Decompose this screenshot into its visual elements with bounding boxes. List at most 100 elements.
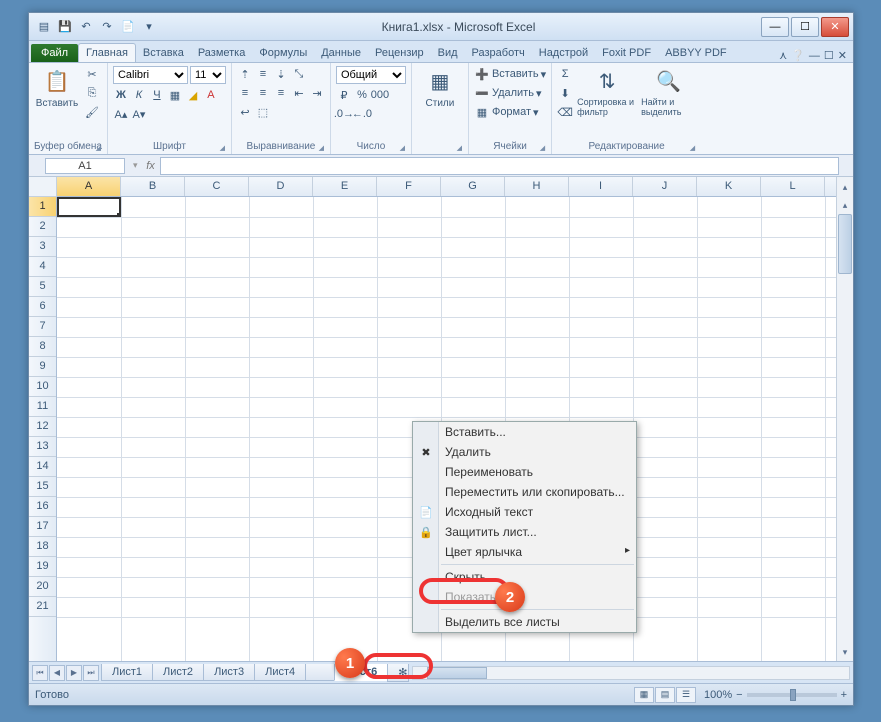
redo-icon[interactable]: ↷ [98, 18, 116, 36]
sheet-tab[interactable]: Лист3 [203, 664, 255, 681]
row-header[interactable]: 18 [29, 537, 56, 557]
ctx-protect[interactable]: 🔒Защитить лист... [413, 522, 636, 542]
tab-review[interactable]: Рецензир [368, 44, 431, 62]
view-layout-button[interactable]: ▤ [655, 687, 675, 703]
cut-icon[interactable]: ✂ [84, 66, 100, 82]
col-header[interactable]: K [697, 177, 761, 196]
select-all-corner[interactable] [29, 177, 57, 197]
align-bottom-icon[interactable]: ⇣ [273, 66, 289, 82]
align-top-icon[interactable]: ⇡ [237, 66, 253, 82]
insert-label[interactable]: Вставить [492, 68, 539, 80]
row-header[interactable]: 21 [29, 597, 56, 617]
tab-formulas[interactable]: Формулы [252, 44, 314, 62]
row-header[interactable]: 1 [29, 197, 56, 217]
row-header[interactable]: 20 [29, 577, 56, 597]
col-header[interactable]: F [377, 177, 441, 196]
sheet-nav-next[interactable]: ▶ [66, 665, 82, 681]
percent-icon[interactable]: % [354, 87, 370, 103]
scroll-thumb[interactable] [838, 214, 852, 274]
underline-button[interactable]: Ч [149, 87, 165, 103]
ctx-rename[interactable]: Переименовать [413, 462, 636, 482]
view-normal-button[interactable]: ▦ [634, 687, 654, 703]
format-painter-icon[interactable]: 🖌 [84, 104, 100, 120]
vertical-scrollbar[interactable]: ▴ ▾ [836, 197, 853, 661]
ctx-select-all-sheets[interactable]: Выделить все листы [413, 612, 636, 632]
ctx-insert[interactable]: Вставить... [413, 422, 636, 442]
col-header[interactable]: G [441, 177, 505, 196]
orientation-icon[interactable]: ⤡ [291, 66, 307, 82]
close-button[interactable]: ✕ [821, 17, 849, 37]
zoom-out-button[interactable]: − [736, 689, 742, 701]
tab-addins[interactable]: Надстрой [532, 44, 595, 62]
fx-icon[interactable]: fx [142, 158, 160, 174]
indent-inc-icon[interactable]: ⇥ [309, 85, 325, 101]
styles-button[interactable]: ▦ Стили [417, 66, 463, 109]
help-icon[interactable]: ❔ [791, 49, 805, 62]
undo-icon[interactable]: ↶ [77, 18, 95, 36]
sheet-tab[interactable] [305, 664, 335, 681]
row-header[interactable]: 6 [29, 297, 56, 317]
align-right-icon[interactable]: ≡ [273, 85, 289, 101]
horizontal-scrollbar[interactable] [412, 666, 850, 680]
view-pagebreak-button[interactable]: ☰ [676, 687, 696, 703]
hscroll-thumb[interactable] [427, 667, 487, 679]
tab-layout[interactable]: Разметка [191, 44, 253, 62]
minimize-ribbon-icon[interactable]: ⋏ [779, 49, 787, 62]
qat-dropdown-icon[interactable]: ▾ [140, 18, 158, 36]
tab-developer[interactable]: Разработч [465, 44, 532, 62]
maximize-button[interactable]: ☐ [791, 17, 819, 37]
ctx-delete[interactable]: ✖Удалить [413, 442, 636, 462]
name-box[interactable]: A1 [45, 158, 125, 174]
formula-bar[interactable] [160, 157, 839, 175]
scroll-down-icon[interactable]: ▾ [837, 644, 853, 661]
save-icon[interactable]: 💾 [56, 18, 74, 36]
delete-cell-icon[interactable]: ➖ [474, 85, 490, 101]
col-header[interactable]: E [313, 177, 377, 196]
zoom-slider[interactable] [747, 693, 837, 697]
sheet-tab[interactable]: Лист2 [152, 664, 204, 681]
row-header[interactable]: 12 [29, 417, 56, 437]
doc-icon[interactable]: 📄 [119, 18, 137, 36]
doc-minimize-icon[interactable]: — [809, 50, 820, 62]
italic-button[interactable]: К [131, 87, 147, 103]
col-header[interactable]: B [121, 177, 185, 196]
font-name-select[interactable]: Calibri [113, 66, 188, 84]
tab-foxit[interactable]: Foxit PDF [595, 44, 658, 62]
merge-icon[interactable]: ⬚ [255, 104, 271, 120]
sheet-nav-first[interactable]: ⏮ [32, 665, 48, 681]
fill-color-button[interactable]: ◢ [185, 87, 201, 103]
increase-decimal-icon[interactable]: .0→ [336, 106, 352, 122]
row-header[interactable]: 11 [29, 397, 56, 417]
col-header[interactable]: L [761, 177, 825, 196]
ctx-move-copy[interactable]: Переместить или скопировать... [413, 482, 636, 502]
row-header[interactable]: 13 [29, 437, 56, 457]
row-header[interactable]: 15 [29, 477, 56, 497]
doc-restore-icon[interactable]: ☐ [824, 49, 834, 62]
border-button[interactable]: ▦ [167, 87, 183, 103]
col-header[interactable]: D [249, 177, 313, 196]
row-header[interactable]: 17 [29, 517, 56, 537]
align-center-icon[interactable]: ≡ [255, 85, 271, 101]
row-header[interactable]: 7 [29, 317, 56, 337]
decrease-decimal-icon[interactable]: ←.0 [354, 106, 370, 122]
ctx-hide[interactable]: Скрыть [413, 567, 636, 587]
tab-view[interactable]: Вид [431, 44, 465, 62]
indent-dec-icon[interactable]: ⇤ [291, 85, 307, 101]
format-cell-icon[interactable]: ▦ [474, 104, 490, 120]
col-header[interactable]: C [185, 177, 249, 196]
row-header[interactable]: 2 [29, 217, 56, 237]
col-header[interactable]: A [57, 177, 121, 196]
scroll-up-icon[interactable]: ▴ [837, 197, 853, 214]
namebox-dropdown-icon[interactable]: ▾ [129, 160, 142, 171]
font-color-button[interactable]: A [203, 87, 219, 103]
align-middle-icon[interactable]: ≡ [255, 66, 271, 82]
shrink-font-icon[interactable]: A▾ [131, 106, 147, 122]
row-header[interactable]: 10 [29, 377, 56, 397]
row-header[interactable]: 5 [29, 277, 56, 297]
autosum-icon[interactable]: Σ [557, 66, 573, 82]
scroll-up-button[interactable]: ▴ [836, 177, 853, 197]
format-label[interactable]: Формат [492, 106, 531, 118]
col-header[interactable]: H [505, 177, 569, 196]
minimize-button[interactable]: — [761, 17, 789, 37]
row-header[interactable]: 4 [29, 257, 56, 277]
